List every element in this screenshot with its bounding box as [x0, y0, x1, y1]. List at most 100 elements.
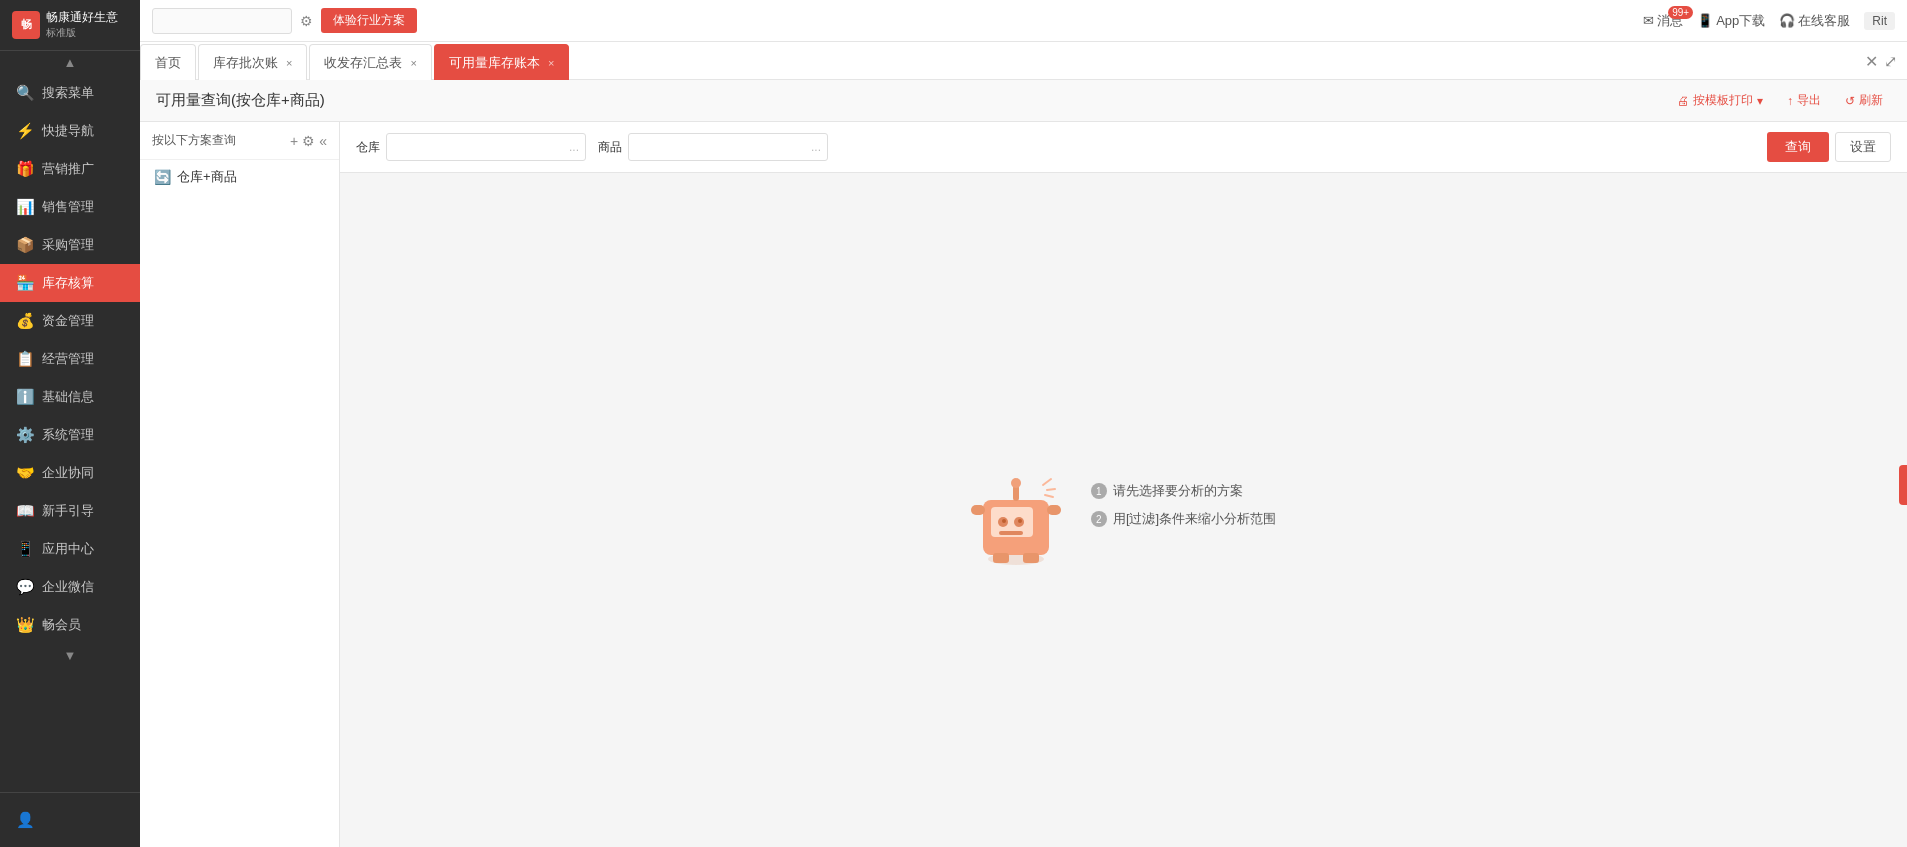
step-text-2: 用[过滤]条件来缩小分析范围 — [1113, 510, 1276, 528]
product-filter-group: 商品 ... — [598, 133, 828, 161]
marketing-icon: 🎁 — [16, 160, 34, 178]
tab-close-icon[interactable]: ✕ — [1865, 51, 1878, 70]
sidebar-bottom: 👤 — [0, 792, 140, 847]
operations-icon: 📋 — [16, 350, 34, 368]
sidebar-item-member[interactable]: 👑 畅会员 — [0, 606, 140, 644]
svg-rect-10 — [993, 553, 1009, 563]
brand-edition: 标准版 — [46, 26, 118, 40]
svg-rect-7 — [999, 531, 1023, 535]
sidebar-item-label: 资金管理 — [42, 312, 94, 330]
right-scrollbar[interactable] — [1899, 465, 1907, 505]
sidebar-item-sales[interactable]: 📊 销售管理 — [0, 188, 140, 226]
page-header-actions: 🖨 按模板打印 ▾ ↑ 导出 ↺ 刷新 — [1669, 88, 1891, 113]
warehouse-filter-group: 仓库 ... — [356, 133, 586, 161]
refresh-label: 刷新 — [1859, 92, 1883, 109]
tab-available-close[interactable]: × — [548, 57, 554, 69]
tab-available-account[interactable]: 可用量库存账本 × — [434, 44, 569, 80]
user-icon: 👤 — [16, 811, 34, 829]
sidebar-item-onboard[interactable]: 📖 新手引导 — [0, 492, 140, 530]
tab-home[interactable]: 首页 — [140, 44, 196, 80]
product-label: 商品 — [598, 139, 622, 156]
page-title: 可用量查询(按仓库+商品) — [156, 91, 325, 110]
sidebar-item-enterprise[interactable]: 🤝 企业协同 — [0, 454, 140, 492]
sidebar-item-quick-nav[interactable]: ⚡ 快捷导航 — [0, 112, 140, 150]
quick-nav-icon: ⚡ — [16, 122, 34, 140]
tab-inventory-summary[interactable]: 收发存汇总表 × — [309, 44, 431, 80]
sidebar-item-system[interactable]: ⚙️ 系统管理 — [0, 416, 140, 454]
warehouse-input[interactable]: ... — [386, 133, 586, 161]
user-profile-button[interactable]: Rit — [1864, 12, 1895, 30]
step-text-1: 请先选择要分析的方案 — [1113, 482, 1243, 500]
main-area: ⚙ 体验行业方案 ✉ 消息 99+ 📱 App下载 🎧 在线客服 Rit 首 — [140, 0, 1907, 847]
tab-expand-icon[interactable]: ⤢ — [1884, 51, 1897, 70]
warehouse-more-icon[interactable]: ... — [569, 140, 579, 154]
refresh-button[interactable]: ↺ 刷新 — [1837, 88, 1891, 113]
sidebar-nav: ▲ 🔍 搜索菜单 ⚡ 快捷导航 🎁 营销推广 📊 销售管理 📦 采购管理 🏪 库… — [0, 51, 140, 792]
refresh-icon: ↺ — [1845, 94, 1855, 108]
scheme-query-label: 按以下方案查询 — [152, 132, 236, 149]
member-icon: 👑 — [16, 616, 34, 634]
gear-icon[interactable]: ⚙ — [300, 13, 313, 29]
sidebar-item-basic-info[interactable]: ℹ️ 基础信息 — [0, 378, 140, 416]
sidebar-user-item[interactable]: 👤 — [0, 801, 140, 839]
query-button[interactable]: 查询 — [1767, 132, 1829, 162]
sidebar-item-label: 搜索菜单 — [42, 84, 94, 102]
tab-batch-account[interactable]: 库存批次账 × — [198, 44, 307, 80]
print-dropdown-icon[interactable]: ▾ — [1757, 94, 1763, 108]
sidebar-item-search[interactable]: 🔍 搜索菜单 — [0, 74, 140, 112]
sidebar-item-label: 营销推广 — [42, 160, 94, 178]
headset-icon: 🎧 — [1779, 13, 1795, 28]
sidebar-item-label: 应用中心 — [42, 540, 94, 558]
sidebar-item-wechat[interactable]: 💬 企业微信 — [0, 568, 140, 606]
robot-svg — [971, 465, 1061, 565]
finance-icon: 💰 — [16, 312, 34, 330]
app-download-button[interactable]: 📱 App下载 — [1697, 12, 1765, 30]
tabs-bar: 首页 库存批次账 × 收发存汇总表 × 可用量库存账本 × ✕ ⤢ — [140, 42, 1907, 80]
brand-logo: 畅 — [12, 11, 40, 39]
tabs-actions: ✕ ⤢ — [1865, 51, 1897, 70]
collapse-panel-button[interactable]: « — [319, 133, 327, 149]
svg-rect-12 — [971, 505, 985, 515]
step-num-1: 1 — [1091, 483, 1107, 499]
sidebar-item-label: 采购管理 — [42, 236, 94, 254]
topbar-search-input[interactable] — [152, 8, 292, 34]
sidebar-item-operations[interactable]: 📋 经营管理 — [0, 340, 140, 378]
svg-point-5 — [1002, 519, 1006, 523]
sidebar-item-marketing[interactable]: 🎁 营销推广 — [0, 150, 140, 188]
message-button[interactable]: ✉ 消息 99+ — [1643, 12, 1683, 30]
empty-state: 1 请先选择要分析的方案 2 用[过滤]条件来缩小分析范围 — [340, 173, 1907, 847]
sidebar-item-inventory[interactable]: 🏪 库存核算 — [0, 264, 140, 302]
scheme-icon: 🔄 — [154, 169, 171, 185]
scroll-up-btn[interactable]: ▲ — [0, 51, 140, 74]
brand-name: 畅康通好生意 — [46, 10, 118, 26]
sidebar-item-finance[interactable]: 💰 资金管理 — [0, 302, 140, 340]
product-input[interactable]: ... — [628, 133, 828, 161]
app-center-icon: 📱 — [16, 540, 34, 558]
export-icon: ↑ — [1787, 94, 1793, 108]
printer-icon: 🖨 — [1677, 94, 1689, 108]
svg-line-15 — [1047, 489, 1055, 490]
purchase-icon: 📦 — [16, 236, 34, 254]
setting-button[interactable]: 设置 — [1835, 132, 1891, 162]
trial-button[interactable]: 体验行业方案 — [321, 8, 417, 33]
online-service-button[interactable]: 🎧 在线客服 — [1779, 12, 1850, 30]
system-icon: ⚙️ — [16, 426, 34, 444]
svg-line-16 — [1045, 495, 1053, 497]
username: Rit — [1872, 14, 1887, 28]
product-more-icon[interactable]: ... — [811, 140, 821, 154]
step-num-2: 2 — [1091, 511, 1107, 527]
topbar-right: ✉ 消息 99+ 📱 App下载 🎧 在线客服 Rit — [1643, 12, 1895, 30]
message-badge: 99+ — [1668, 6, 1693, 19]
tab-home-label: 首页 — [155, 54, 181, 72]
scroll-down-btn[interactable]: ▼ — [0, 644, 140, 667]
add-scheme-button[interactable]: + — [290, 133, 298, 149]
export-button[interactable]: ↑ 导出 — [1779, 88, 1829, 113]
settings-scheme-button[interactable]: ⚙ — [302, 133, 315, 149]
sidebar-item-app-center[interactable]: 📱 应用中心 — [0, 530, 140, 568]
print-button[interactable]: 🖨 按模板打印 ▾ — [1669, 88, 1771, 113]
sidebar-item-purchase[interactable]: 📦 采购管理 — [0, 226, 140, 264]
svg-point-6 — [1018, 519, 1022, 523]
tab-summary-close[interactable]: × — [410, 57, 416, 69]
tab-batch-close[interactable]: × — [286, 57, 292, 69]
scheme-item-warehouse-product[interactable]: 🔄 仓库+商品 — [140, 160, 339, 194]
